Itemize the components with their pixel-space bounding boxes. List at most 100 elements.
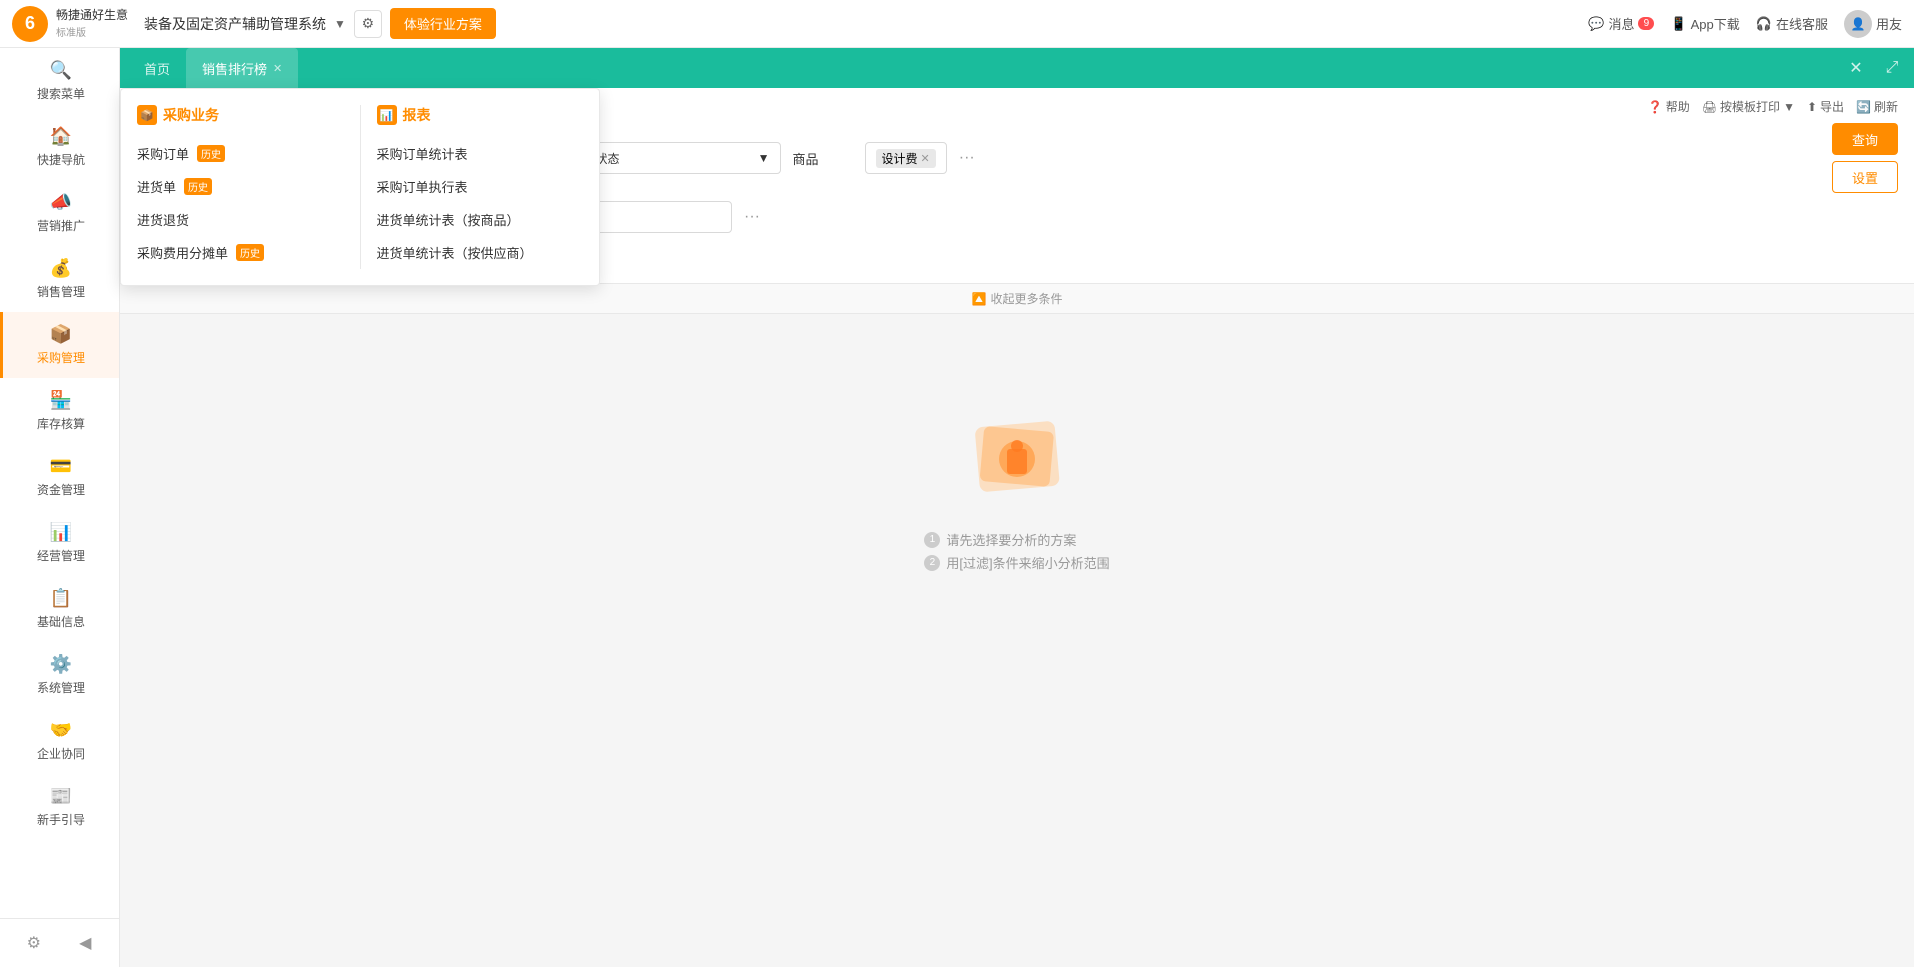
- dropdown-item-purchase-order[interactable]: 采购订单 历史: [137, 137, 344, 170]
- sidebar-item-system[interactable]: ⚙️ 系统管理: [0, 642, 119, 708]
- dropdown-item-purchase-receipt[interactable]: 进货单 历史: [137, 170, 344, 203]
- sidebar-quicknav-label: 快捷导航: [37, 151, 85, 168]
- dropdown-item-order-execution[interactable]: 采购订单执行表: [377, 170, 584, 203]
- order-execution-label: 采购订单执行表: [377, 177, 468, 196]
- sidebar-settings-button[interactable]: ⚙: [18, 927, 50, 959]
- collapse-link: 🔼 收起更多条件: [972, 290, 1063, 307]
- bullet-2: 2: [924, 555, 940, 571]
- goods-tag-label: 设计费: [882, 150, 918, 167]
- home-icon: 🏠: [50, 126, 72, 147]
- sidebar-item-quicknav[interactable]: 🏠 快捷导航: [0, 114, 119, 180]
- sidebar-enterprise-label: 企业协同: [37, 745, 85, 762]
- search-icon: 🔍: [50, 60, 72, 81]
- report-section-title-label: 报表: [403, 105, 431, 125]
- sidebar-item-marketing[interactable]: 📣 营销推广: [0, 180, 119, 246]
- logo-icon: 6: [12, 6, 48, 42]
- dropdown-report-section: 📊 报表 采购订单统计表 采购订单执行表 进货单统计表（按商品） 进货单统计表（…: [377, 105, 584, 269]
- tab-expand-icon[interactable]: ⤢: [1878, 54, 1906, 82]
- sidebar-search-label: 搜索菜单: [37, 85, 85, 102]
- refresh-icon: 🔄: [1856, 100, 1871, 114]
- topbar-left: 6 畅捷通好生意 标准版: [12, 6, 132, 42]
- salesperson-more-btn[interactable]: ···: [744, 208, 760, 226]
- purchase-expense-history-badge: 历史: [236, 244, 264, 261]
- tab-bar: 首页 销售排行榜 ✕ ✕ ⤢: [120, 48, 1914, 88]
- dropdown-divider: [360, 105, 361, 269]
- query-button[interactable]: 查询: [1832, 123, 1898, 155]
- tab-sales-rank-label: 销售排行榜: [202, 59, 267, 78]
- tab-close-window-icon[interactable]: ✕: [1842, 54, 1870, 82]
- sidebar: 🔍 搜索菜单 🏠 快捷导航 📣 营销推广 💰 销售管理 📦 采购管理 🏪 库存核…: [0, 48, 120, 967]
- sidebar-purchase-label: 采购管理: [37, 349, 85, 366]
- user-button[interactable]: 👤 用友: [1844, 10, 1902, 38]
- sales-icon: 💰: [50, 258, 72, 279]
- sidebar-item-search[interactable]: 🔍 搜索菜单: [0, 48, 119, 114]
- inventory-icon: 🏪: [50, 390, 72, 411]
- tab-close-icon[interactable]: ✕: [273, 62, 282, 75]
- sidebar-item-inventory[interactable]: 🏪 库存核算: [0, 378, 119, 444]
- tab-home-label: 首页: [144, 59, 170, 78]
- collapse-row[interactable]: 🔼 收起更多条件: [120, 284, 1914, 314]
- tab-home[interactable]: 首页: [128, 48, 186, 88]
- empty-text-2: 2 用[过滤]条件来缩小分析范围: [924, 553, 1109, 572]
- print-icon: 🖨: [1702, 100, 1717, 114]
- topbar-center: 装备及固定资产辅助管理系统 ▼ ⚙ 体验行业方案: [132, 8, 1588, 39]
- logo-text: 畅捷通好生意 标准版: [56, 8, 128, 39]
- dropdown-item-purchase-return[interactable]: 进货退货: [137, 203, 344, 236]
- print-dropdown-icon: ▼: [1783, 100, 1795, 114]
- export-link[interactable]: ⬆ 导出: [1807, 98, 1844, 115]
- system-title: 装备及固定资产辅助管理系统: [144, 14, 326, 34]
- sidebar-capital-label: 资金管理: [37, 481, 85, 498]
- help-link[interactable]: ❓ 帮助: [1648, 98, 1690, 115]
- sidebar-item-purchase[interactable]: 📦 采购管理: [0, 312, 119, 378]
- help-icon: ❓: [1648, 100, 1663, 114]
- dropdown-item-receipt-by-goods[interactable]: 进货单统计表（按商品）: [377, 203, 584, 236]
- sidebar-collapse-button[interactable]: ◀: [69, 927, 101, 959]
- help-label: 帮助: [1666, 98, 1690, 115]
- goods-tag-close[interactable]: ✕: [921, 152, 930, 165]
- goods-tag: 设计费 ✕: [876, 149, 936, 168]
- receipt-by-supplier-label: 进货单统计表（按供应商）: [377, 243, 533, 262]
- purchase-section-icon: 📦: [137, 105, 157, 125]
- sidebar-item-capital[interactable]: 💳 资金管理: [0, 444, 119, 510]
- print-template-link[interactable]: 🖨 按模板打印 ▼: [1702, 98, 1795, 115]
- settings-button[interactable]: 设置: [1832, 161, 1898, 193]
- goods-more-btn[interactable]: ···: [959, 149, 975, 167]
- sidebar-item-operation[interactable]: 📊 经营管理: [0, 510, 119, 576]
- trial-button[interactable]: 体验行业方案: [390, 8, 496, 39]
- collapse-text: 收起更多条件: [990, 290, 1062, 307]
- sidebar-item-sales[interactable]: 💰 销售管理: [0, 246, 119, 312]
- capital-icon: 💳: [50, 456, 72, 477]
- empty-text-1: 1 请先选择要分析的方案: [924, 530, 1109, 549]
- doc-status-dropdown-icon: ▼: [758, 151, 770, 165]
- report-section-icon: 📊: [377, 105, 397, 125]
- app-download-button[interactable]: 📱 App下载: [1670, 14, 1739, 33]
- sidebar-item-enterprise[interactable]: 🤝 企业协同: [0, 708, 119, 774]
- dropdown-purchase-title: 📦 采购业务: [137, 105, 344, 125]
- tab-bar-actions: ✕ ⤢: [1842, 54, 1906, 82]
- sidebar-item-basic[interactable]: 📋 基础信息: [0, 576, 119, 642]
- dropdown-item-receipt-by-supplier[interactable]: 进货单统计表（按供应商）: [377, 236, 584, 269]
- marketing-icon: 📣: [50, 192, 72, 213]
- empty-text-container: 1 请先选择要分析的方案 2 用[过滤]条件来缩小分析范围: [924, 526, 1109, 576]
- sidebar-item-guide[interactable]: 📰 新手引导: [0, 774, 119, 840]
- purchase-receipt-history-badge: 历史: [184, 178, 212, 195]
- tab-sales-rank[interactable]: 销售排行榜 ✕: [186, 48, 298, 88]
- dropdown-item-order-summary[interactable]: 采购订单统计表: [377, 137, 584, 170]
- export-icon: ⬆: [1807, 100, 1817, 114]
- settings-gear-icon[interactable]: ⚙: [354, 10, 382, 38]
- dropdown-item-purchase-expense[interactable]: 采购费用分摊单 历史: [137, 236, 344, 269]
- refresh-link[interactable]: 🔄 刷新: [1856, 98, 1898, 115]
- receipt-by-goods-label: 进货单统计表（按商品）: [377, 210, 520, 229]
- print-label: 按模板打印: [1720, 98, 1780, 115]
- refresh-label: 刷新: [1874, 98, 1898, 115]
- dropdown-purchase-section: 📦 采购业务 采购订单 历史 进货单 历史 进货退货 采购费用分摊单 历史: [137, 105, 344, 269]
- online-service-button[interactable]: 🎧 在线客服: [1756, 14, 1828, 33]
- goods-input[interactable]: 设计费 ✕: [865, 142, 947, 174]
- title-dropdown-icon[interactable]: ▼: [334, 17, 346, 31]
- headset-icon: 🎧: [1756, 16, 1772, 32]
- sidebar-sales-label: 销售管理: [37, 283, 85, 300]
- message-button[interactable]: 💬 消息 9: [1588, 14, 1654, 33]
- system-icon: ⚙️: [50, 654, 72, 675]
- operation-icon: 📊: [50, 522, 72, 543]
- message-label: 消息: [1608, 14, 1634, 33]
